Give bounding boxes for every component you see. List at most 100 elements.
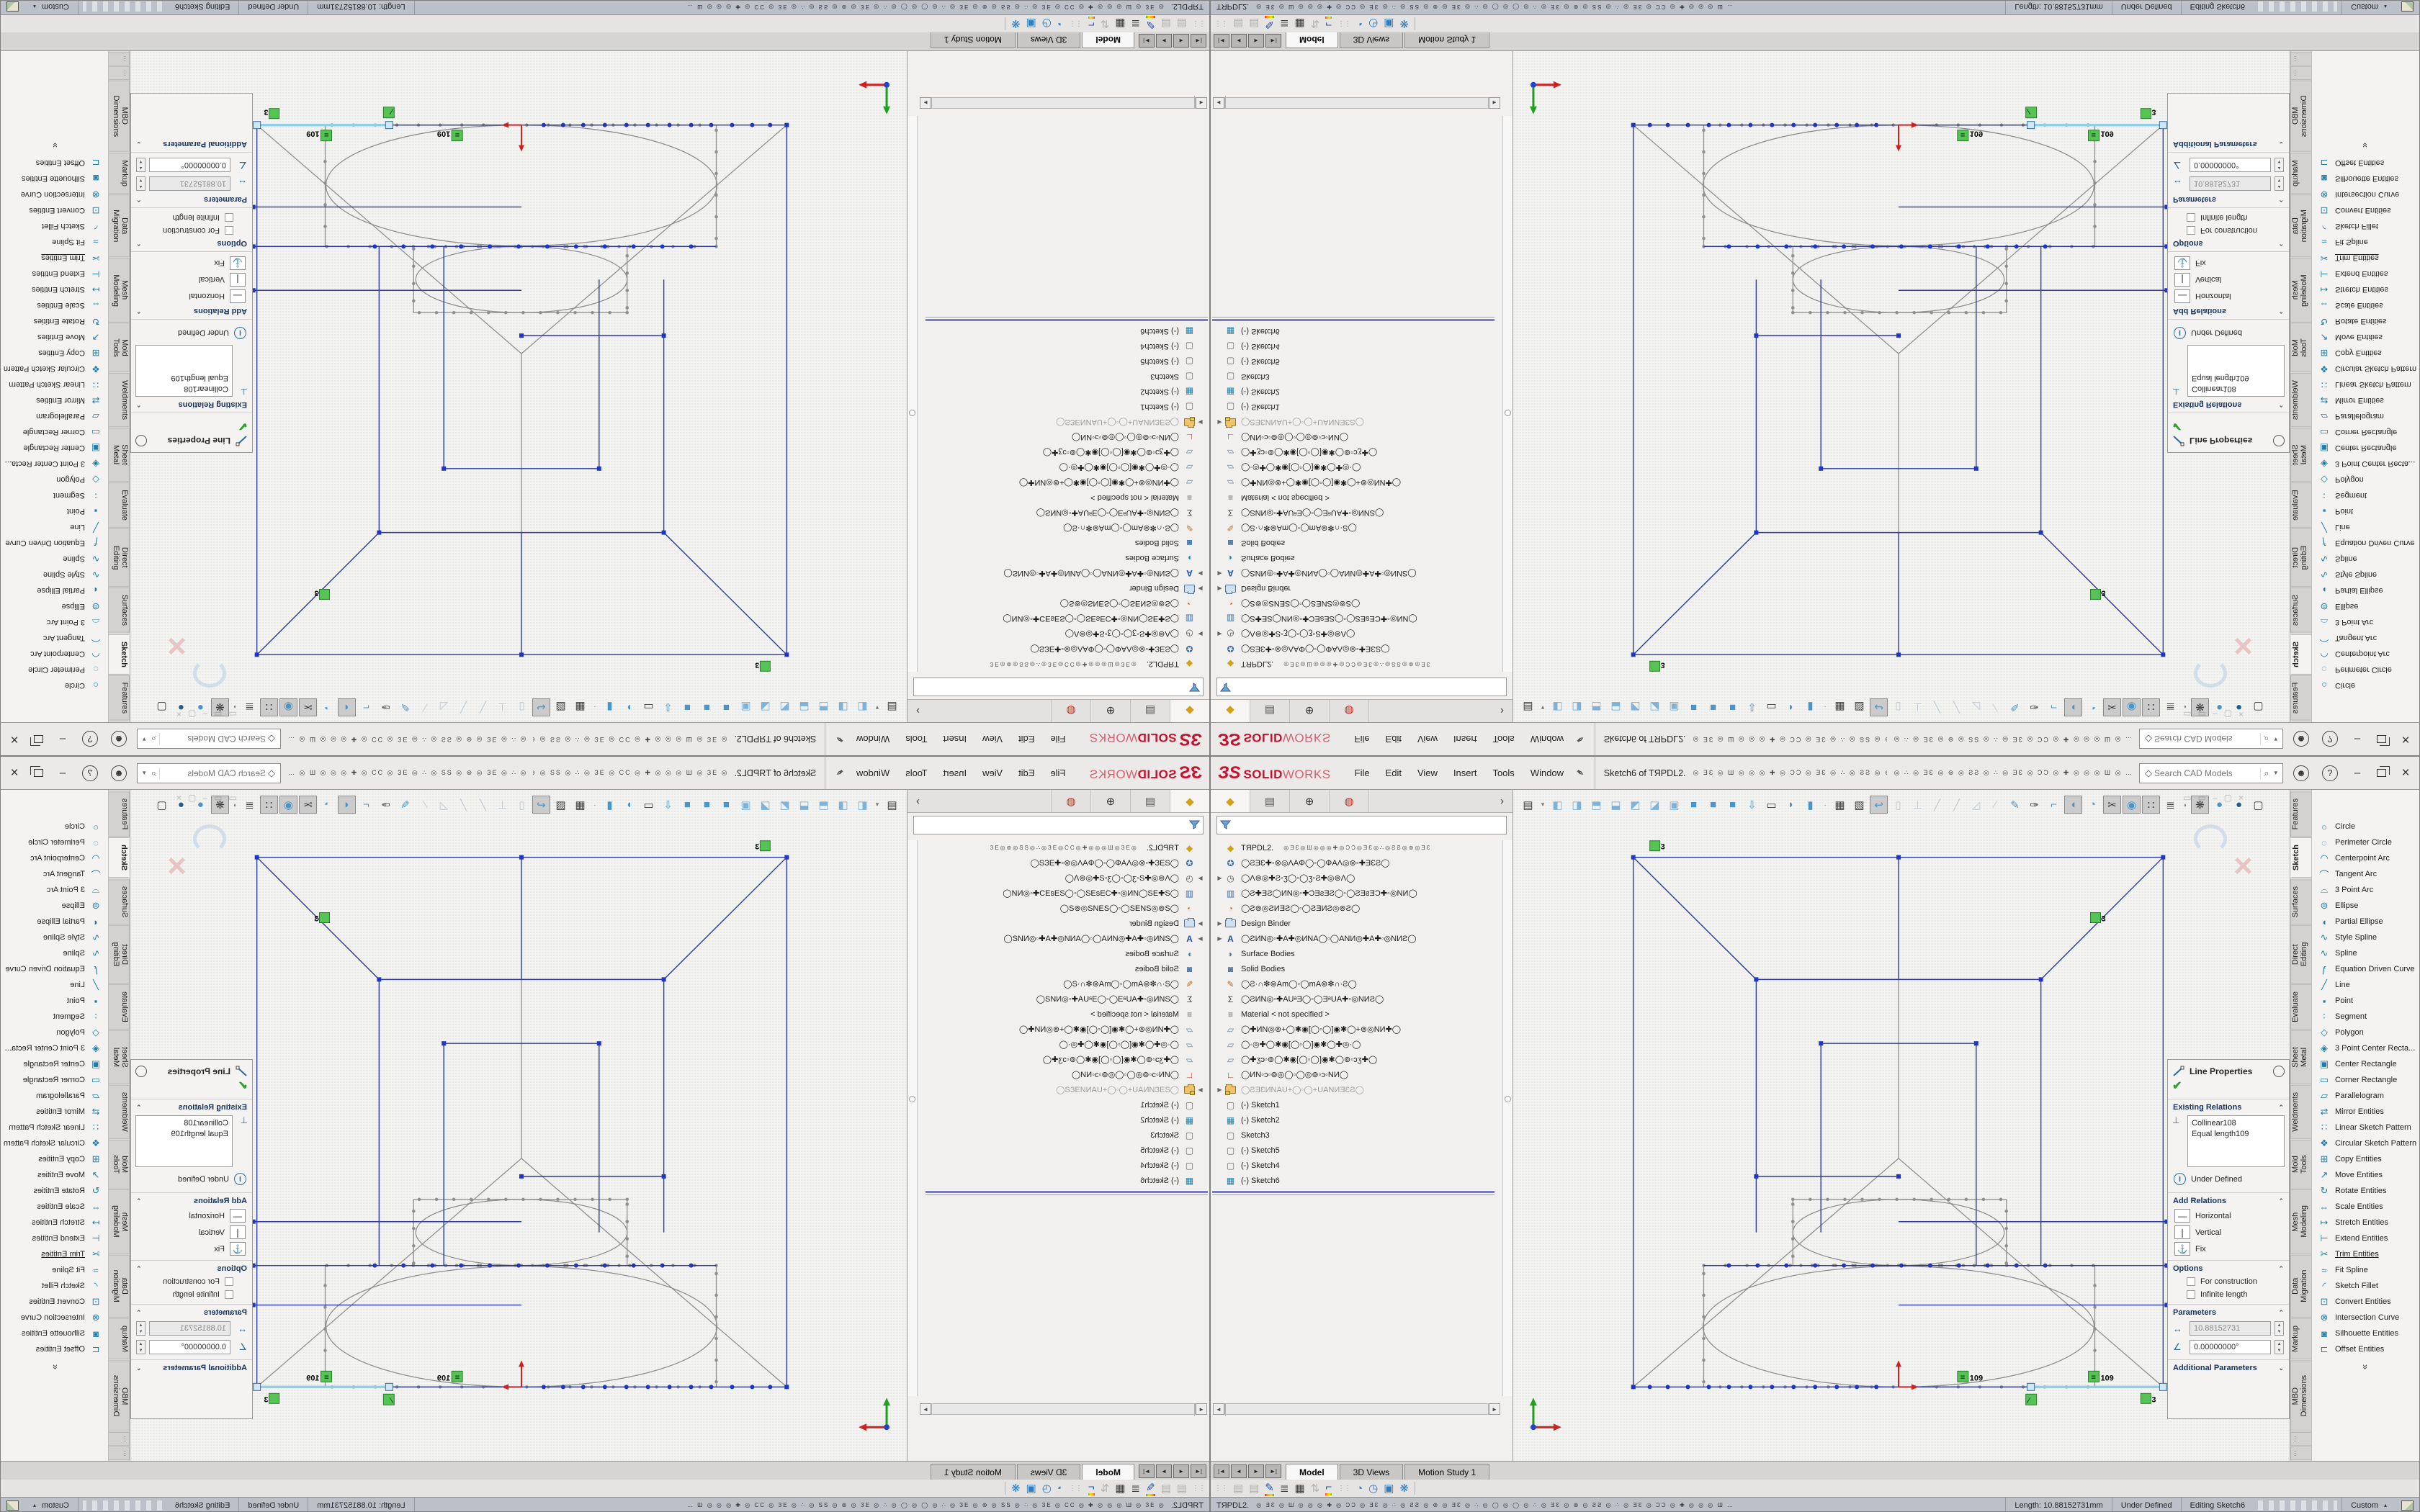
tool-corner-rectangle[interactable]: ▭Corner Rectangle [1, 1072, 108, 1088]
tool-style-spline[interactable]: ∿Style Spline [1, 567, 108, 582]
menu-item-edit[interactable]: Edit [1378, 764, 1410, 782]
tool-fit-spline[interactable]: ≈Fit Spline [2312, 1262, 2419, 1278]
fm-vertical-scrollbar[interactable] [1502, 840, 1512, 1396]
expander-icon[interactable]: ▶ [1196, 935, 1205, 942]
status-tag-icon[interactable] [2401, 2, 2414, 12]
toolbar-icon[interactable]: ◪ [1646, 698, 1664, 716]
existing-relations-header[interactable]: Existing Relations ⌃ [2168, 1099, 2289, 1114]
tab-nav-icon[interactable]: |◄ [1191, 1464, 1206, 1478]
menu-item-insert[interactable]: Insert [1446, 764, 1485, 782]
tree-item[interactable]: ▦(-) Sketch6 [1211, 324, 1502, 339]
tool-partial-ellipse[interactable]: ◖Partial Ellipse [2312, 914, 2419, 930]
tab-configurationmanager[interactable]: ⊕ [1290, 700, 1330, 722]
tab-displaymanager[interactable]: ◍ [1051, 700, 1090, 722]
tool-parallelogram[interactable]: ▱Parallelogram [1, 1088, 108, 1104]
tab-displaymanager[interactable]: ◍ [1330, 700, 1369, 722]
checkbox-icon[interactable] [225, 213, 233, 222]
tree-item[interactable]: ✪◯ƧƎƐ✚◦⊚◎ΛAΦ◯◦◯ΦAΛ◎⊚◦✚ƎƐƧ◯ [918, 642, 1209, 657]
tab-propertymanager[interactable]: ▤ [1250, 700, 1290, 722]
tree-item[interactable]: ▢(-) Sketch1 [1211, 1097, 1502, 1112]
panel-help-icon[interactable] [2273, 435, 2285, 446]
add-vertical-button[interactable]: ❘ Vertical [2168, 271, 2289, 288]
tool-parallelogram[interactable]: ▱Parallelogram [1, 408, 108, 424]
fm-scroll-thumb[interactable] [909, 1096, 915, 1102]
toolbar-icon[interactable]: ✑ [2025, 796, 2043, 814]
toolbar-icon[interactable]: ◩ [1626, 698, 1644, 716]
tool-extend-entities[interactable]: ⊢Extend Entities [1, 266, 108, 282]
fm-scroll-thumb[interactable] [909, 410, 915, 416]
options-header[interactable]: Options ⌃ [2168, 1260, 2289, 1275]
tool-spline[interactable]: ∿Spline [2312, 551, 2419, 567]
tool-perimeter-circle[interactable]: ◌Perimeter Circle [1, 834, 108, 850]
restore-button[interactable] [2377, 769, 2386, 777]
tool-convert-entities[interactable]: ⊡Convert Entities [1, 1294, 108, 1310]
bottom-toolbar-icon[interactable]: ◷ [1368, 1482, 1378, 1495]
bottom-toolbar-icon[interactable]: ≣ [1280, 17, 1289, 30]
tool-sketch-fillet[interactable]: ◜Sketch Fillet [1, 218, 108, 234]
fm-hscroll-track[interactable] [1224, 97, 1489, 109]
tree-item[interactable]: ▢Sketch3 [1211, 1128, 1502, 1143]
tool-point[interactable]: ▪Point [1, 503, 108, 519]
tab-data-migration[interactable]: Data Migration [2290, 194, 2311, 257]
tab--[interactable]: ⋯ [2290, 52, 2311, 66]
tool-circular-sketch-pattern[interactable]: ❖Circular Sketch Pattern [2312, 1135, 2419, 1151]
scroll-right-icon[interactable]: ► [1489, 1403, 1500, 1415]
tab-evaluate[interactable]: Evaluate [2290, 482, 2311, 528]
tab-evaluate[interactable]: Evaluate [2290, 984, 2311, 1030]
tool-mirror-entities[interactable]: ⇄Mirror Entities [2312, 1104, 2419, 1120]
toolbar-icon[interactable]: ◉ [279, 796, 297, 814]
expand-icon[interactable]: ⌄ [136, 1364, 142, 1372]
tree-item[interactable]: ▥◯Ƨ✚ƎƧ◯ИN◎◦✚ƆƎƨƎƧ◯◦◯ƧƎƨƎƆ✚◦◎NИ◯ [918, 611, 1209, 626]
length-field[interactable]: 10.88152731 [149, 176, 230, 191]
tab-markup[interactable]: Markup [109, 153, 130, 194]
more-tools-icon[interactable]: » [49, 1313, 60, 1421]
tool-centerpoint-arc[interactable]: ◠Centerpoint Arc [1, 646, 108, 662]
expander-icon[interactable]: ▶ [1215, 935, 1224, 942]
tool-centerpoint-arc[interactable]: ◠Centerpoint Arc [2312, 646, 2419, 662]
add-horizontal-button[interactable]: — Horizontal [2168, 1207, 2289, 1224]
toolbar-icon[interactable]: ◨ [1568, 796, 1586, 814]
toolbar-icon[interactable]: ▧ [1850, 796, 1868, 814]
tab-weldments[interactable]: Weldments [2290, 1085, 2311, 1139]
tool-circular-sketch-pattern[interactable]: ❖Circular Sketch Pattern [1, 1135, 108, 1151]
menu-item-tools[interactable]: Tools [1484, 764, 1522, 782]
tree-item[interactable]: ◆TЯPDL2.◎ƎƐ◎Ш◎◎◎✚◎ƆƆ◎ƎƐ◎∴◎ƧƧ◎⊚◎ƎƐ [1211, 657, 1502, 672]
scroll-right-icon[interactable]: ► [1489, 97, 1500, 109]
add-fix-button[interactable]: ⚓ Fix [131, 255, 252, 271]
fm-hscroll-track[interactable] [931, 1403, 1196, 1415]
tab-mold-tools[interactable]: Mold Tools [109, 323, 130, 373]
menu-item-window[interactable]: Window [1523, 764, 1572, 782]
bottom-toolbar-icon[interactable]: ✎ [1265, 17, 1274, 32]
toolbar-icon[interactable]: ▾ [873, 796, 882, 814]
tool-corner-rectangle[interactable]: ▭Corner Rectangle [2312, 1072, 2419, 1088]
toolbar-icon[interactable]: ◿ [1967, 698, 1985, 716]
tool-partial-ellipse[interactable]: ◖Partial Ellipse [1, 582, 108, 598]
for-construction-checkbox[interactable]: For construction [2168, 224, 2289, 237]
fm-expand-chevron[interactable]: › [1492, 700, 1512, 722]
account-icon[interactable]: ☻ [111, 765, 127, 781]
add-relations-header[interactable]: Add Relations ⌃ [131, 305, 252, 320]
scroll-right-icon[interactable]: ► [920, 1403, 931, 1415]
length-parameter[interactable]: ↔ 10.88152731 ▲▼ [131, 174, 252, 193]
for-construction-checkbox[interactable]: For construction [2168, 1275, 2289, 1288]
collapse-icon[interactable]: ⌃ [136, 1265, 142, 1273]
tree-item[interactable]: ▦(-) Sketch2 [918, 384, 1209, 400]
toolbar-icon[interactable]: ✂ [299, 698, 317, 716]
tab-sketch[interactable]: Sketch [2290, 634, 2311, 675]
tab-nav-icon[interactable]: ► [1248, 1464, 1264, 1478]
tab-mold-tools[interactable]: Mold Tools [2290, 323, 2311, 373]
expander-icon[interactable]: ▶ [1215, 875, 1224, 881]
tool-extend-entities[interactable]: ⊢Extend Entities [2312, 266, 2419, 282]
toolbar-icon[interactable]: ■ [1724, 698, 1742, 716]
bottom-toolbar-icon[interactable]: ⌐ [1325, 1481, 1332, 1495]
tree-item[interactable]: ▢(-) Sketch4 [1211, 339, 1502, 354]
tree-item[interactable]: ▱◯·◎✚◯✱◉[◯◦◯]◉✱◯✚◎·◯ [1211, 460, 1502, 475]
search-dropdown-icon[interactable]: ▾ [2272, 735, 2280, 743]
add-relations-header[interactable]: Add Relations ⌃ [131, 1192, 252, 1207]
additional-parameters-header[interactable]: Additional Parameters ⌄ [2168, 138, 2289, 153]
toolbar-icon[interactable]: ↩ [532, 796, 550, 814]
toolbar-icon[interactable]: ∷ [2142, 796, 2160, 814]
bottom-toolbar-icon[interactable]: ⋮⋮ [1337, 20, 1350, 28]
toolbar-icon[interactable]: ▢ [2249, 698, 2267, 716]
bottom-toolbar-icon[interactable]: ✎ [1146, 17, 1155, 32]
